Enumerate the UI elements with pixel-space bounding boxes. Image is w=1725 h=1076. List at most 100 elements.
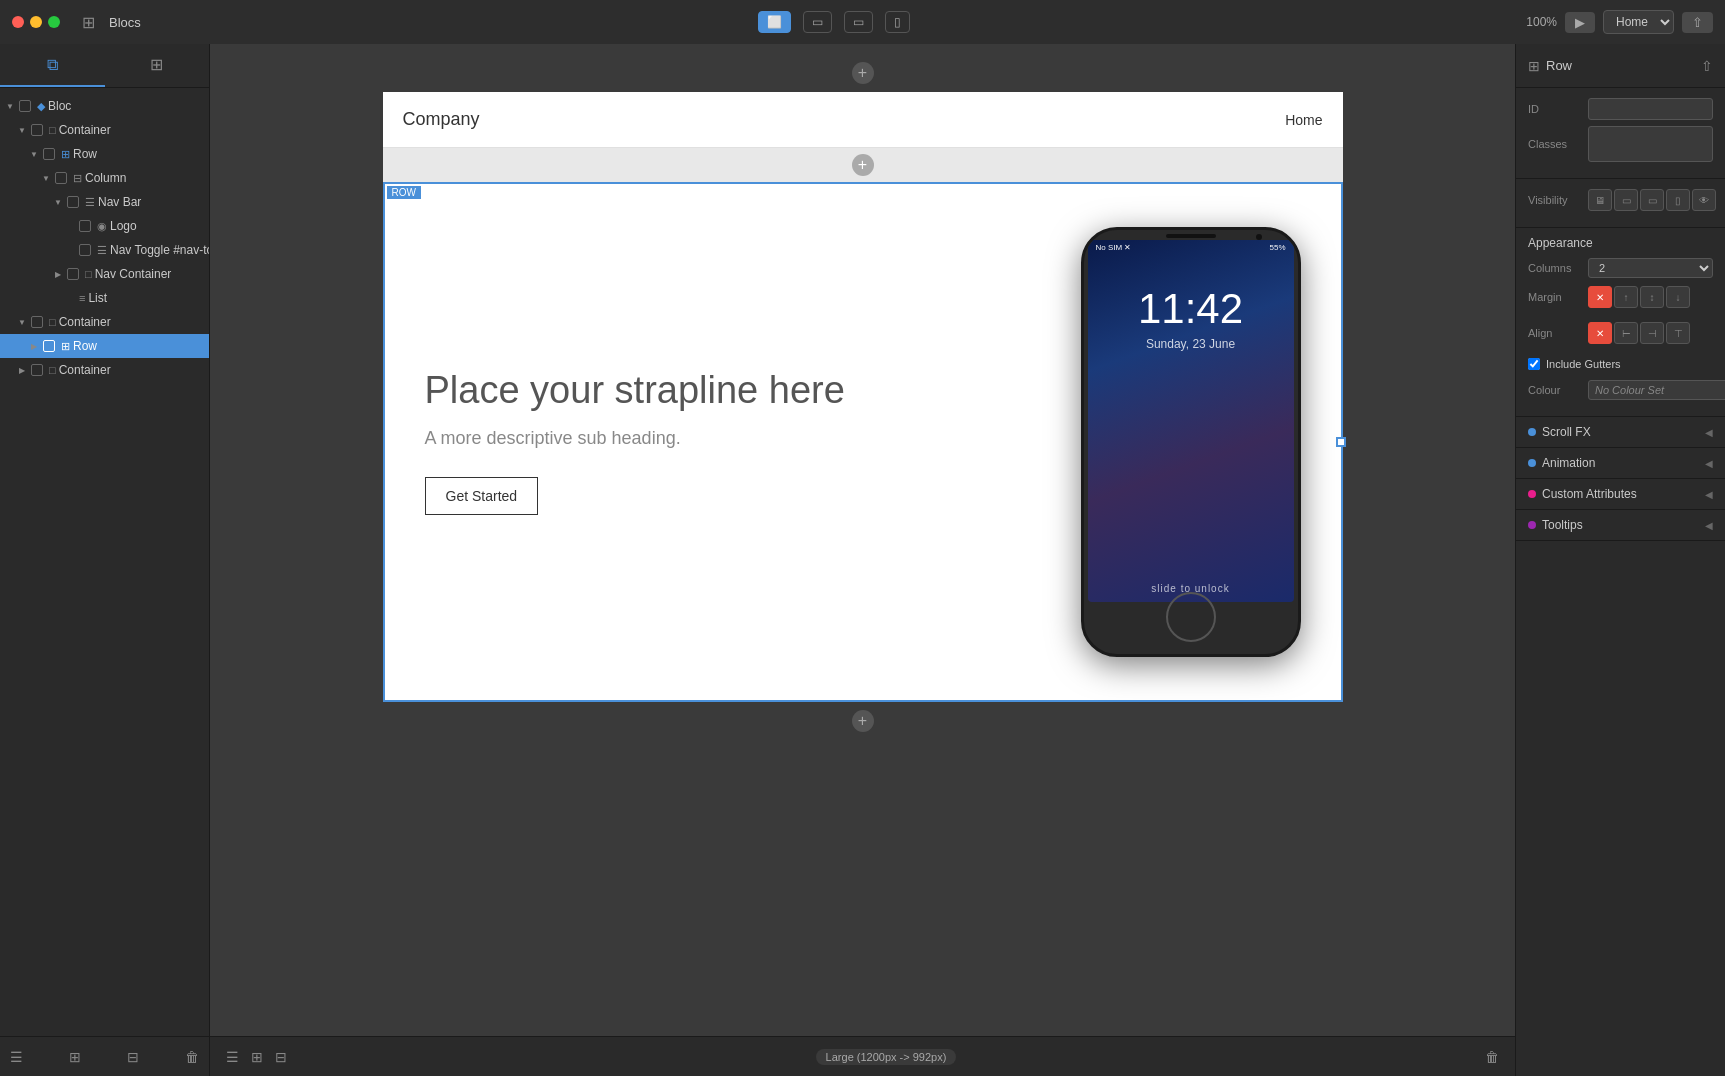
align-center-btn[interactable]: ⊣ xyxy=(1640,322,1664,344)
align-right-btn[interactable]: ⊤ xyxy=(1666,322,1690,344)
checkbox[interactable] xyxy=(31,124,43,136)
checkbox-bloc[interactable] xyxy=(19,100,31,112)
tree-item-bloc[interactable]: ▼ ◆ Bloc xyxy=(0,94,209,118)
margin-mid-btn[interactable]: ↕ xyxy=(1640,286,1664,308)
footer-menu-btn[interactable]: ☰ xyxy=(226,1049,239,1065)
checkbox[interactable] xyxy=(31,364,43,376)
align-x-btn[interactable]: ✕ xyxy=(1588,322,1612,344)
custom-attributes-section[interactable]: Custom Attributes ◀ xyxy=(1516,479,1725,510)
tooltips-section[interactable]: Tooltips ◀ xyxy=(1516,510,1725,541)
margin-top-btn[interactable]: ↑ xyxy=(1614,286,1638,308)
column-icon: ⊟ xyxy=(73,172,82,185)
delete-button[interactable]: 🗑 xyxy=(185,1049,199,1065)
id-input[interactable] xyxy=(1588,98,1713,120)
columns-select[interactable]: 2 xyxy=(1588,258,1713,278)
sidebar-tabs: ⧉ ⊞ xyxy=(0,44,209,88)
add-row-bottom[interactable]: + xyxy=(210,702,1515,740)
tree-item-row2[interactable]: ▶ ⊞ Row xyxy=(0,334,209,358)
tree-item-container2[interactable]: ▼ □ Container xyxy=(0,310,209,334)
footer-delete-btn[interactable]: 🗑 xyxy=(1485,1049,1499,1065)
tree-item-navbar[interactable]: ▼ ☰ Nav Bar xyxy=(0,190,209,214)
scroll-fx-section[interactable]: Scroll FX ◀ xyxy=(1516,417,1725,448)
expand-icon[interactable]: ▼ xyxy=(4,100,16,112)
checkbox[interactable] xyxy=(43,148,55,160)
visibility-section: Visibility 🖥 ▭ ▭ ▯ 👁 xyxy=(1516,179,1725,228)
tab-assets[interactable]: ⊞ xyxy=(105,44,210,87)
expand-icon[interactable]: ▼ xyxy=(28,148,40,160)
add-row-middle[interactable]: + xyxy=(383,148,1343,182)
list-icon: ≡ xyxy=(79,292,85,304)
panel-export-icon[interactable]: ⇧ xyxy=(1701,58,1713,74)
colour-input[interactable] xyxy=(1588,380,1725,400)
footer-rows-btn[interactable]: ⊟ xyxy=(275,1049,287,1065)
expand-icon[interactable]: ▼ xyxy=(16,316,28,328)
device-switcher: ⬜ ▭ ▭ ▯ xyxy=(151,11,1517,33)
checkbox[interactable] xyxy=(55,172,67,184)
animation-section[interactable]: Animation ◀ xyxy=(1516,448,1725,479)
add-row-top[interactable]: + xyxy=(210,54,1515,92)
tree-item-navtoggle[interactable]: ▶ ☰ Nav Toggle #nav-toggle xyxy=(0,238,209,262)
device-phone-btn[interactable]: ▯ xyxy=(885,11,910,33)
menu-button[interactable]: ☰ xyxy=(10,1049,23,1065)
expand-icon[interactable]: ▶ xyxy=(16,364,28,376)
margin-bot-btn[interactable]: ↓ xyxy=(1666,286,1690,308)
hero-section[interactable]: ROW Place your strapline here A more des… xyxy=(383,182,1343,702)
expand-icon[interactable]: ▼ xyxy=(52,196,64,208)
preview-button[interactable]: ▶ xyxy=(1565,12,1595,33)
canvas-footer-left: ☰ ⊞ ⊟ xyxy=(226,1049,287,1065)
expand-icon[interactable]: ▼ xyxy=(16,124,28,136)
minimize-button[interactable] xyxy=(30,16,42,28)
bloc-icon: ◆ xyxy=(37,100,45,113)
visibility-label: Visibility xyxy=(1528,194,1588,206)
visibility-phone-btn[interactable]: ▯ xyxy=(1666,189,1690,211)
visibility-desktop-btn[interactable]: 🖥 xyxy=(1588,189,1612,211)
maximize-button[interactable] xyxy=(48,16,60,28)
margin-x-btn[interactable]: ✕ xyxy=(1588,286,1612,308)
canvas-scroll[interactable]: + Company Home + ROW Place your stra xyxy=(210,44,1515,1036)
visibility-tablet-btn[interactable]: ▭ xyxy=(1614,189,1638,211)
classes-input[interactable] xyxy=(1588,126,1713,162)
visibility-tablet-sm-btn[interactable]: ▭ xyxy=(1640,189,1664,211)
panel-title: Row xyxy=(1546,58,1572,73)
gutters-checkbox-row: Include Gutters xyxy=(1528,358,1713,370)
grid3-button[interactable]: ⊟ xyxy=(127,1049,139,1065)
footer-cols-btn[interactable]: ⊞ xyxy=(251,1049,263,1065)
align-left-btn[interactable]: ⊢ xyxy=(1614,322,1638,344)
logo-label: Logo xyxy=(110,219,137,233)
tree-item-logo[interactable]: ▶ ◉ Logo xyxy=(0,214,209,238)
checkbox[interactable] xyxy=(43,340,55,352)
tab-layers[interactable]: ⧉ xyxy=(0,44,105,87)
checkbox[interactable] xyxy=(79,244,91,256)
export-button[interactable]: ⇧ xyxy=(1682,12,1713,33)
container2-icon: □ xyxy=(49,316,56,328)
tree-item-container3[interactable]: ▶ □ Container xyxy=(0,358,209,382)
expand-icon[interactable]: ▶ xyxy=(52,268,64,280)
custom-attrs-label: Custom Attributes xyxy=(1542,487,1637,501)
grid2-button[interactable]: ⊞ xyxy=(69,1049,81,1065)
close-button[interactable] xyxy=(12,16,24,28)
expand-icon[interactable]: ▼ xyxy=(40,172,52,184)
visibility-eye-btn[interactable]: 👁 xyxy=(1692,189,1716,211)
navcontainer-label: Nav Container xyxy=(95,267,172,281)
tree-item-navcontainer[interactable]: ▶ □ Nav Container xyxy=(0,262,209,286)
device-tablet-lg-btn[interactable]: ▭ xyxy=(803,11,832,33)
tree-item-container1[interactable]: ▼ □ Container xyxy=(0,118,209,142)
plus-icon-bottom: + xyxy=(852,710,874,732)
device-tablet-sm-btn[interactable]: ▭ xyxy=(844,11,873,33)
gutters-row: Include Gutters xyxy=(1516,354,1725,376)
checkbox[interactable] xyxy=(67,196,79,208)
tree-item-row1[interactable]: ▼ ⊞ Row xyxy=(0,142,209,166)
panel-icon: ⊞ xyxy=(1528,58,1540,74)
colour-label: Colour xyxy=(1528,384,1588,396)
hero-cta-button[interactable]: Get Started xyxy=(425,477,539,515)
tree-item-list[interactable]: ▶ ≡ List xyxy=(0,286,209,310)
selection-handle[interactable] xyxy=(1336,437,1346,447)
gutters-checkbox[interactable] xyxy=(1528,358,1540,370)
checkbox[interactable] xyxy=(31,316,43,328)
tree-item-column1[interactable]: ▼ ⊟ Column xyxy=(0,166,209,190)
expand-icon[interactable]: ▶ xyxy=(28,340,40,352)
checkbox[interactable] xyxy=(67,268,79,280)
checkbox[interactable] xyxy=(79,220,91,232)
page-select[interactable]: Home xyxy=(1603,10,1674,34)
device-desktop-btn[interactable]: ⬜ xyxy=(758,11,791,33)
